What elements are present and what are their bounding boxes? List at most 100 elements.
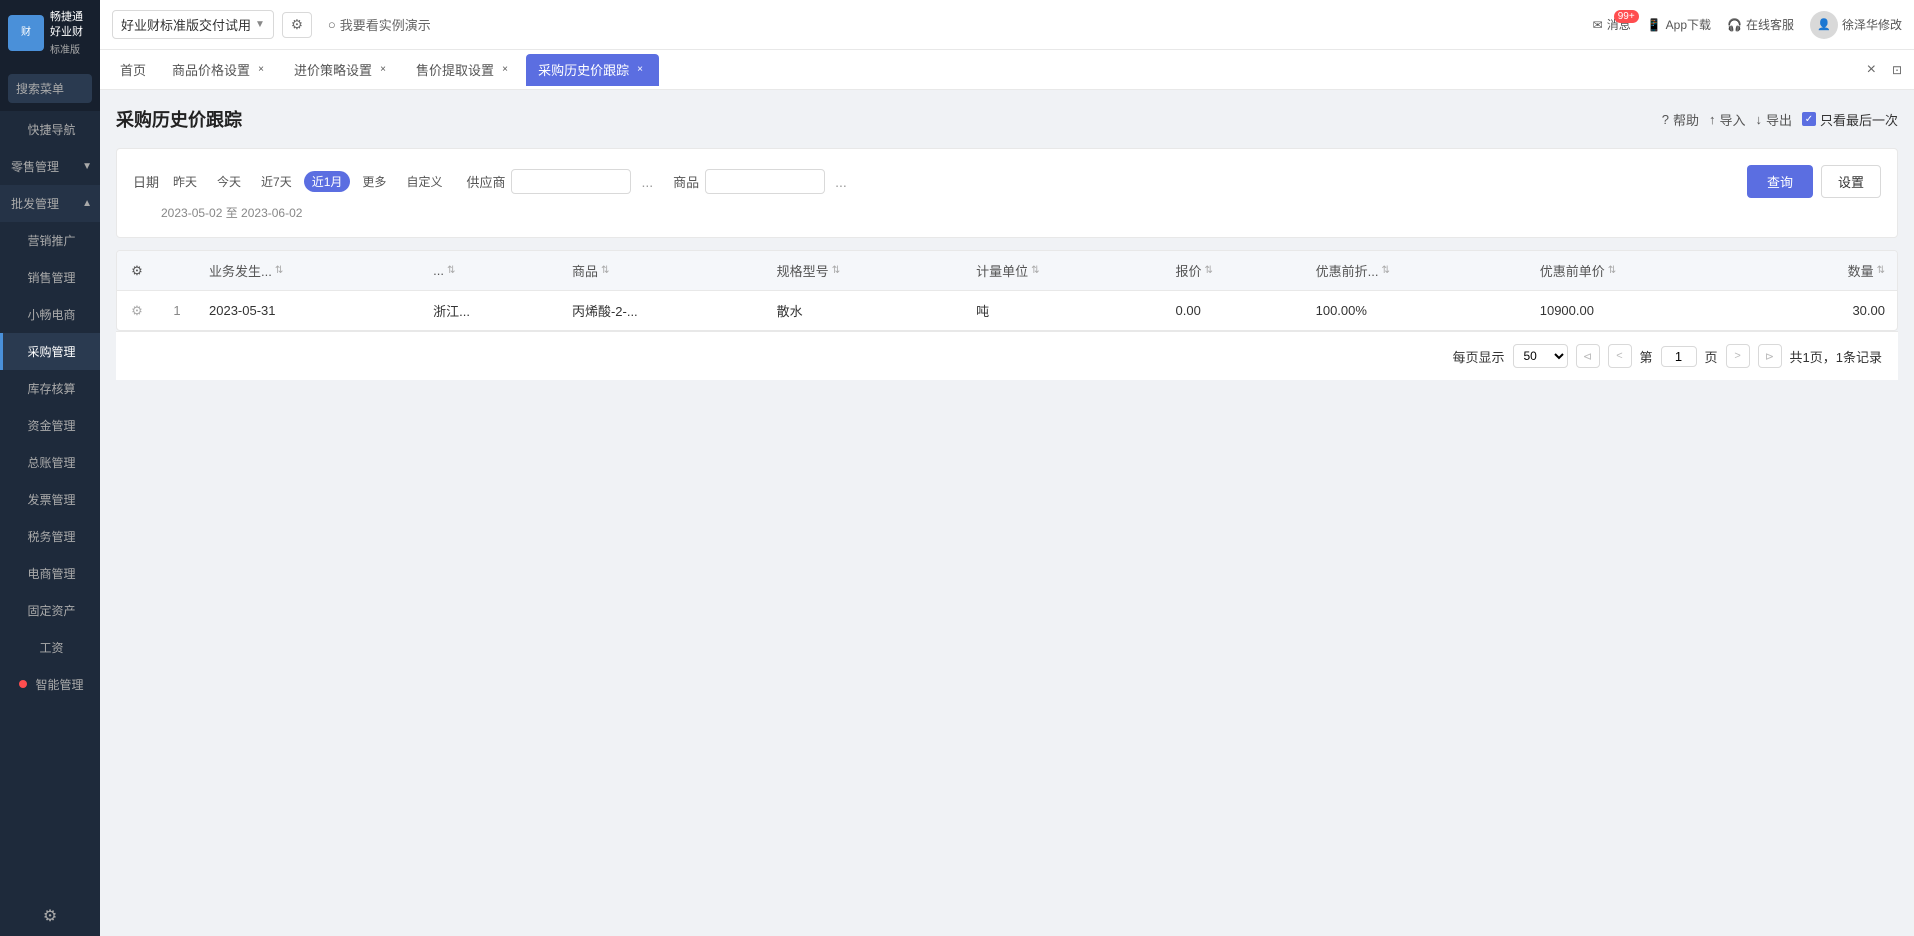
sidebar-item-marketing[interactable]: 营销推广 (0, 222, 100, 259)
table-row[interactable]: ⚙ 1 2023-05-31 浙江... 丙烯酸-2-... 散水 吨 0.00… (117, 291, 1897, 331)
sidebar-item-quick-nav[interactable]: 快捷导航 (0, 111, 100, 148)
sidebar: 财 畅捷通好业财 标准版 搜索菜单 快捷导航 零售管理 ▼ 批发管理 ▲ 营销推… (0, 0, 100, 936)
export-icon: ↓ (1755, 112, 1762, 127)
topbar: 好业财标准版交付试用 ▼ ⚙ ○ 我要看实例演示 ✉ 消息 99+ 📱 App下… (100, 0, 1914, 50)
th-more[interactable]: ... ⇅ (421, 251, 560, 291)
tab-purchase-history[interactable]: 采购历史价跟踪 × (526, 54, 659, 86)
prev-page-button[interactable]: < (1608, 344, 1632, 368)
user-menu-button[interactable]: 👤 徐泽华修改 (1810, 11, 1902, 39)
settings-button[interactable]: 设置 (1821, 165, 1881, 198)
filter-actions: 查询 设置 (1747, 165, 1881, 198)
date-options: 昨天 今天 近7天 近1月 更多 自定义 (165, 171, 450, 192)
main-content: 好业财标准版交付试用 ▼ ⚙ ○ 我要看实例演示 ✉ 消息 99+ 📱 App下… (100, 0, 1914, 936)
th-spec[interactable]: 规格型号 ⇅ (765, 251, 964, 291)
date-opt-7days[interactable]: 近7天 (253, 171, 300, 192)
tab-price-settings[interactable]: 商品价格设置 × (160, 54, 280, 86)
sidebar-item-ledger[interactable]: 总账管理 (0, 444, 100, 481)
tab-sale-price[interactable]: 售价提取设置 × (404, 54, 524, 86)
last-page-button[interactable]: ⊳ (1758, 344, 1782, 368)
only-latest-checkbox-label[interactable]: ✓ 只看最后一次 (1802, 110, 1898, 129)
sort-discount-icon: ⇅ (1381, 265, 1389, 276)
avatar: 👤 (1810, 11, 1838, 39)
supplier-filter-group: 供应商 ... (466, 169, 657, 194)
cell-num: 1 (157, 291, 197, 331)
sidebar-search-area: 搜索菜单 (0, 66, 100, 111)
date-opt-custom[interactable]: 自定义 (398, 171, 450, 192)
app-logo-text: 畅捷通好业财 标准版 (50, 10, 92, 56)
tab-purchase-strategy-close[interactable]: × (376, 63, 390, 77)
gear-icon[interactable]: ⚙ (43, 906, 57, 926)
cell-unit: 吨 (964, 291, 1163, 331)
help-button[interactable]: ? 帮助 (1662, 110, 1699, 129)
date-opt-more[interactable]: 更多 (354, 171, 394, 192)
cell-action: ⚙ (117, 291, 157, 331)
online-service-button[interactable]: 🎧 在线客服 (1727, 16, 1794, 33)
chevron-up-icon: ▲ (82, 198, 92, 209)
supplier-dots-button[interactable]: ... (637, 174, 657, 190)
sidebar-item-salary[interactable]: 工资 (0, 629, 100, 666)
tab-expand-button[interactable]: ⊡ (1888, 63, 1906, 77)
topbar-settings-button[interactable]: ⚙ (282, 12, 312, 38)
th-quote[interactable]: 报价 ⇅ (1164, 251, 1304, 291)
filter-row: 日期 昨天 今天 近7天 近1月 更多 自定义 供应商 ... (133, 165, 1881, 198)
sidebar-item-smart[interactable]: 智能管理 (0, 666, 100, 703)
tab-close-all-button[interactable]: × (1863, 61, 1880, 79)
messages-button[interactable]: ✉ 消息 99+ (1593, 16, 1631, 33)
date-opt-yesterday[interactable]: 昨天 (165, 171, 205, 192)
date-opt-1month[interactable]: 近1月 (304, 171, 351, 192)
sidebar-item-capital[interactable]: 资金管理 (0, 407, 100, 444)
sort-spec-icon: ⇅ (832, 265, 840, 276)
search-menu-button[interactable]: 搜索菜单 (8, 74, 92, 103)
cell-pre-discount-price: 10900.00 (1528, 291, 1757, 331)
sidebar-item-sales[interactable]: 销售管理 (0, 259, 100, 296)
tabbar-controls: × ⊡ (1863, 61, 1906, 79)
dropdown-arrow-icon: ▼ (255, 19, 265, 30)
import-button[interactable]: ↑ 导入 (1709, 110, 1746, 129)
table-header-row: ⚙ 业务发生... ⇅ ... ⇅ (117, 251, 1897, 291)
supplier-input[interactable] (511, 169, 631, 194)
th-date[interactable]: 业务发生... ⇅ (197, 251, 421, 291)
cell-spec: 散水 (765, 291, 964, 331)
next-page-button[interactable]: > (1726, 344, 1750, 368)
sidebar-item-invoice[interactable]: 发票管理 (0, 481, 100, 518)
sidebar-item-retail[interactable]: 零售管理 ▼ (0, 148, 100, 185)
tab-price-settings-close[interactable]: × (254, 63, 268, 77)
th-unit[interactable]: 计量单位 ⇅ (964, 251, 1163, 291)
th-quantity[interactable]: 数量 ⇅ (1757, 251, 1897, 291)
th-pre-discount-price[interactable]: 优惠前单价 ⇅ (1528, 251, 1757, 291)
page-number-input[interactable]: 1 (1661, 346, 1697, 367)
tab-purchase-strategy[interactable]: 进价策略设置 × (282, 54, 402, 86)
app-download-button[interactable]: 📱 App下载 (1647, 16, 1711, 33)
th-goods[interactable]: 商品 ⇅ (560, 251, 765, 291)
table-container: ⚙ 业务发生... ⇅ ... ⇅ (116, 250, 1898, 331)
goods-input[interactable] (705, 169, 825, 194)
sidebar-item-ecommerce-small[interactable]: 小畅电商 (0, 296, 100, 333)
sidebar-item-tax[interactable]: 税务管理 (0, 518, 100, 555)
th-discount[interactable]: 优惠前折... ⇅ (1304, 251, 1528, 291)
cell-quote: 0.00 (1164, 291, 1304, 331)
per-page-select[interactable]: 50 20 100 (1513, 344, 1568, 368)
goods-dots-button[interactable]: ... (831, 174, 851, 190)
sidebar-item-ecommerce[interactable]: 电商管理 (0, 555, 100, 592)
pagination: 每页显示 50 20 100 ⊲ < 第 1 页 > ⊳ 共1页，1条记录 (116, 331, 1898, 380)
sidebar-item-fixed-assets[interactable]: 固定资产 (0, 592, 100, 629)
sidebar-item-wholesale[interactable]: 批发管理 ▲ (0, 185, 100, 222)
demo-link[interactable]: ○ 我要看实例演示 (328, 15, 431, 34)
page-title: 采购历史价跟踪 (116, 106, 242, 132)
first-page-button[interactable]: ⊲ (1576, 344, 1600, 368)
sidebar-item-inventory[interactable]: 库存核算 (0, 370, 100, 407)
only-latest-checkbox[interactable]: ✓ (1802, 112, 1816, 126)
sidebar-item-purchase[interactable]: 采购管理 (0, 333, 100, 370)
tab-purchase-history-close[interactable]: × (633, 63, 647, 77)
sort-more-icon: ⇅ (447, 265, 455, 276)
sort-quantity-icon: ⇅ (1877, 265, 1885, 276)
tab-home[interactable]: 首页 (108, 54, 158, 86)
date-opt-today[interactable]: 今天 (209, 171, 249, 192)
th-gear[interactable]: ⚙ (117, 251, 157, 291)
play-icon: ○ (328, 17, 336, 32)
query-button[interactable]: 查询 (1747, 165, 1813, 198)
settings-icon: ⚙ (291, 17, 303, 32)
export-button[interactable]: ↓ 导出 (1755, 110, 1792, 129)
version-selector[interactable]: 好业财标准版交付试用 ▼ (112, 10, 274, 39)
tab-sale-price-close[interactable]: × (498, 63, 512, 77)
